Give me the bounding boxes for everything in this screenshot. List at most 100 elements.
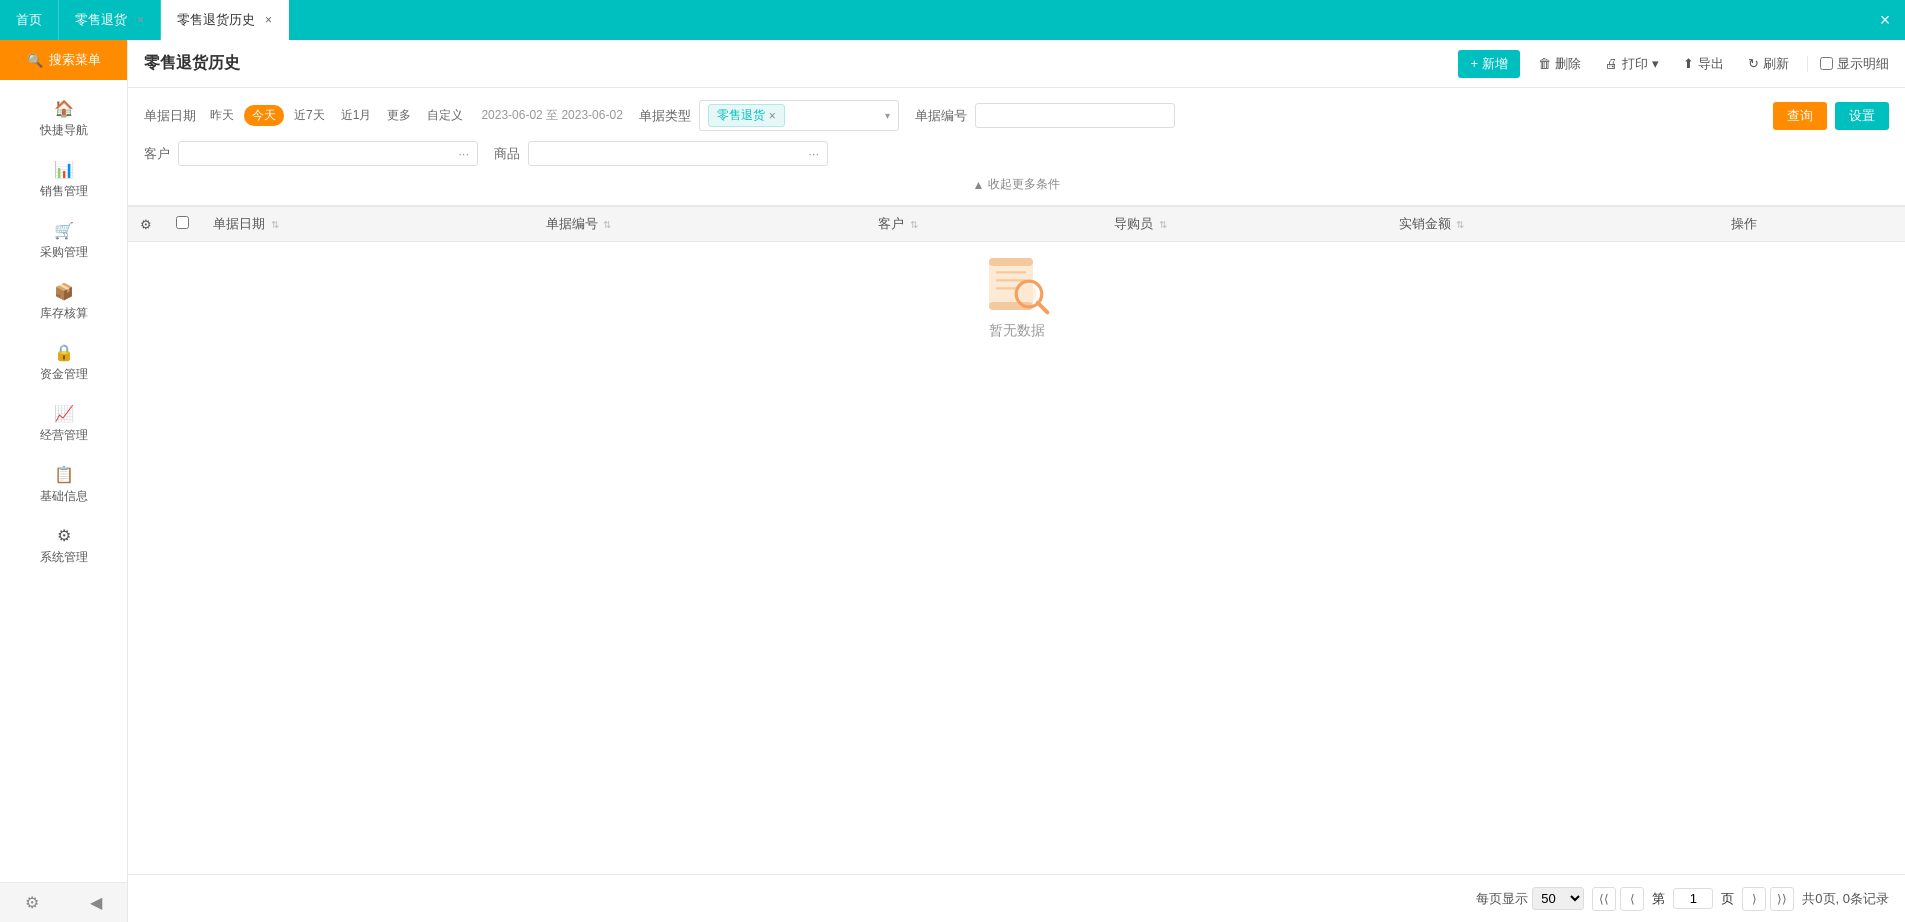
doc-type-label: 单据类型: [639, 107, 691, 125]
export-label: 导出: [1698, 55, 1724, 73]
th-ops: 操作: [1719, 207, 1905, 242]
window-close-button[interactable]: ×: [1865, 0, 1905, 40]
goods-input[interactable]: ···: [528, 141, 828, 166]
export-icon: ⬆: [1683, 56, 1694, 71]
goods-filter: 商品 ···: [494, 141, 828, 166]
tab-list: 首页 零售退货 × 零售退货历史 ×: [0, 0, 1865, 40]
doc-no-input[interactable]: [975, 103, 1175, 128]
sidebar: 🔍 搜索菜单 🏠 快捷导航 📊 销售管理 🛒 采购管理 📦 库存核算 🔒: [0, 40, 128, 922]
doc-type-tag-label: 零售退货: [717, 107, 765, 124]
print-label: 打印: [1622, 55, 1648, 73]
table-area: ⚙ 单据日期 ⇅ 单据编号 ⇅: [128, 206, 1905, 874]
date-btn-yesterday[interactable]: 昨天: [204, 105, 240, 126]
doc-date-sort-icon: ⇅: [271, 219, 279, 230]
sidebar-item-operations[interactable]: 📈 经营管理: [0, 393, 127, 454]
tab-retail-return-history-close[interactable]: ×: [265, 13, 272, 27]
sidebar-item-sales[interactable]: 📊 销售管理: [0, 149, 127, 210]
sidebar-item-purchase[interactable]: 🛒 采购管理: [0, 210, 127, 271]
customer-input[interactable]: ···: [178, 141, 478, 166]
new-button[interactable]: + 新增: [1458, 50, 1520, 78]
per-page-dropdown[interactable]: 50 10 20 100: [1532, 887, 1584, 910]
sidebar-item-finance[interactable]: 🔒 资金管理: [0, 332, 127, 393]
guide-sort-icon: ⇅: [1159, 219, 1167, 230]
sidebar-item-basic-info-label: 基础信息: [40, 488, 88, 505]
refresh-label: 刷新: [1763, 55, 1789, 73]
collapse-sidebar-icon[interactable]: ◀: [90, 893, 102, 912]
doc-type-tag: 零售退货 ×: [708, 104, 785, 127]
system-icon: ⚙: [54, 525, 74, 545]
doc-type-tag-close[interactable]: ×: [769, 109, 776, 123]
th-guide[interactable]: 导购员 ⇅: [1102, 207, 1386, 242]
svg-line-7: [1037, 303, 1047, 313]
settings-bottom-icon[interactable]: ⚙: [25, 893, 39, 912]
total-info: 共0页, 0条记录: [1802, 890, 1889, 908]
page-number-input[interactable]: [1673, 888, 1713, 909]
th-settings[interactable]: ⚙: [128, 207, 164, 242]
tab-home[interactable]: 首页: [0, 0, 59, 40]
svg-rect-1: [989, 258, 1033, 266]
sidebar-item-system-label: 系统管理: [40, 549, 88, 566]
sidebar-item-basic-info[interactable]: 📋 基础信息: [0, 454, 127, 515]
customer-dots: ···: [458, 146, 469, 161]
customer-label: 客户: [144, 145, 170, 163]
table-header-row: ⚙ 单据日期 ⇅ 单据编号 ⇅: [128, 207, 1905, 242]
main-layout: 🔍 搜索菜单 🏠 快捷导航 📊 销售管理 🛒 采购管理 📦 库存核算 🔒: [0, 40, 1905, 922]
filter-area: 单据日期 昨天 今天 近7天 近1月 更多 自定义 2023-06-02 至 2…: [128, 88, 1905, 206]
doc-type-filter: 单据类型 零售退货 × ▾: [639, 100, 899, 131]
new-label: 新增: [1482, 55, 1508, 73]
tab-retail-return-close[interactable]: ×: [137, 13, 144, 27]
page-header: 零售退货历史 + 新增 🗑 删除 🖨 打印 ▾ ⬆ 导出: [128, 40, 1905, 88]
export-button[interactable]: ⬆ 导出: [1677, 51, 1730, 77]
plus-icon: +: [1470, 56, 1478, 71]
sidebar-item-system[interactable]: ⚙ 系统管理: [0, 515, 127, 576]
last-page-button[interactable]: ⟩⟩: [1770, 887, 1794, 911]
customer-sort-icon: ⇅: [910, 219, 918, 230]
refresh-icon: ↻: [1748, 56, 1759, 71]
collapse-button[interactable]: ▲ 收起更多条件: [973, 176, 1061, 193]
date-filter: 单据日期 昨天 今天 近7天 近1月 更多 自定义 2023-06-02 至 2…: [144, 105, 623, 126]
show-detail-checkbox-label[interactable]: 显示明细: [1820, 55, 1889, 73]
select-all-checkbox[interactable]: [176, 216, 189, 229]
date-btn-custom[interactable]: 自定义: [421, 105, 469, 126]
refresh-button[interactable]: ↻ 刷新: [1742, 51, 1795, 77]
print-button[interactable]: 🖨 打印 ▾: [1599, 51, 1665, 77]
th-customer[interactable]: 客户 ⇅: [866, 207, 1102, 242]
th-amount[interactable]: 实销金额 ⇅: [1387, 207, 1720, 242]
doc-type-dropdown[interactable]: 零售退货 × ▾: [699, 100, 899, 131]
show-detail-checkbox[interactable]: [1820, 57, 1833, 70]
settings-button[interactable]: 设置: [1835, 102, 1889, 130]
date-btn-1month[interactable]: 近1月: [335, 105, 378, 126]
page-nav: ⟨⟨ ⟨ 第 页 ⟩ ⟩⟩: [1592, 887, 1794, 911]
query-button[interactable]: 查询: [1773, 102, 1827, 130]
settings-gear-icon[interactable]: ⚙: [140, 217, 152, 232]
first-page-button[interactable]: ⟨⟨: [1592, 887, 1616, 911]
th-checkbox[interactable]: [164, 207, 201, 242]
date-btn-7days[interactable]: 近7天: [288, 105, 331, 126]
tab-retail-return[interactable]: 零售退货 ×: [59, 0, 161, 40]
page-title: 零售退货历史: [144, 53, 1458, 74]
tab-retail-return-history[interactable]: 零售退货历史 ×: [161, 0, 289, 40]
collapse-label: 收起更多条件: [988, 176, 1060, 193]
empty-state: 暂无数据: [128, 242, 1905, 340]
delete-icon: 🗑: [1538, 56, 1551, 71]
sidebar-item-quick-nav[interactable]: 🏠 快捷导航: [0, 88, 127, 149]
prev-page-button[interactable]: ⟨: [1620, 887, 1644, 911]
th-doc-no[interactable]: 单据编号 ⇅: [534, 207, 867, 242]
finance-icon: 🔒: [54, 342, 74, 362]
amount-sort-icon: ⇅: [1456, 219, 1464, 230]
doc-type-selected-tags: 零售退货 ×: [708, 104, 881, 127]
search-icon: 🔍: [27, 53, 43, 68]
query-label: 查询: [1787, 107, 1813, 125]
delete-button[interactable]: 🗑 删除: [1532, 51, 1587, 77]
sidebar-search[interactable]: 🔍 搜索菜单: [0, 40, 127, 80]
th-doc-date[interactable]: 单据日期 ⇅: [201, 207, 534, 242]
next-page-button[interactable]: ⟩: [1742, 887, 1766, 911]
doc-no-filter: 单据编号: [915, 103, 1175, 128]
divider: [1807, 56, 1808, 72]
sales-icon: 📊: [54, 159, 74, 179]
top-bar: 首页 零售退货 × 零售退货历史 × ×: [0, 0, 1905, 40]
sidebar-item-inventory[interactable]: 📦 库存核算: [0, 271, 127, 332]
date-btn-today[interactable]: 今天: [244, 105, 284, 126]
date-btn-more[interactable]: 更多: [381, 105, 417, 126]
customer-filter: 客户 ···: [144, 141, 478, 166]
